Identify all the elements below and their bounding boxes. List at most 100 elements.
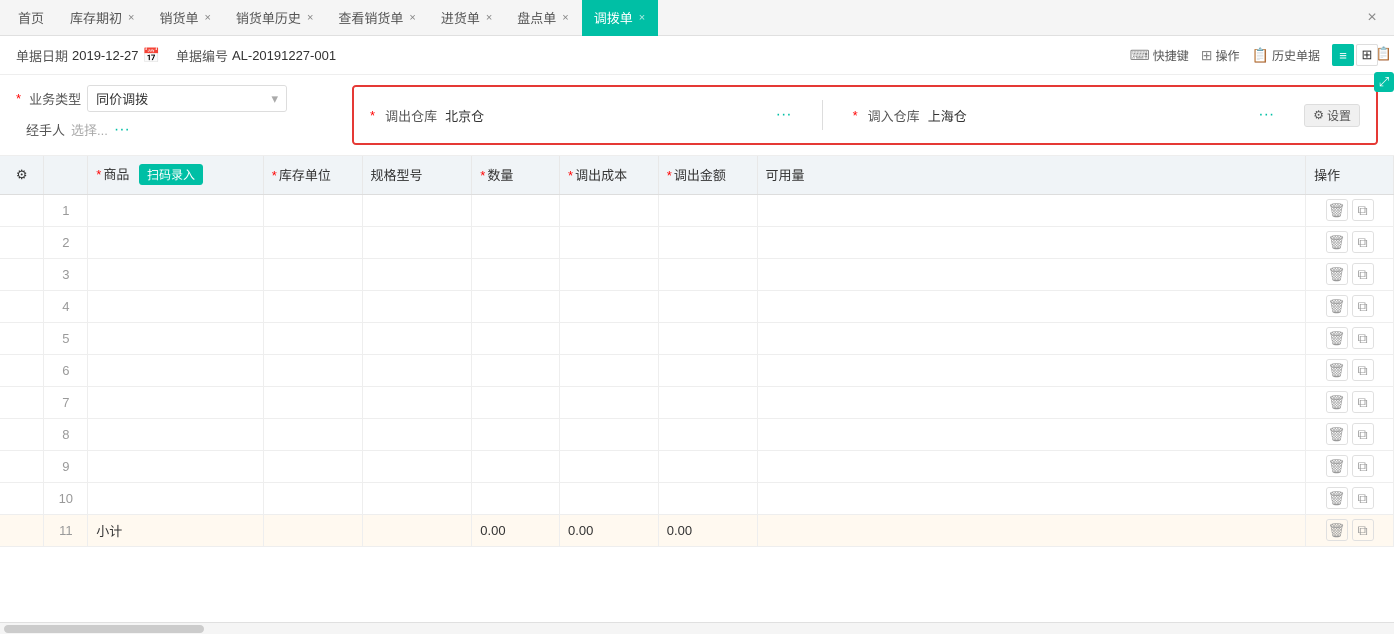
goods-cell[interactable] xyxy=(88,290,264,322)
copy-icon[interactable]: ⧉ xyxy=(1352,295,1374,317)
amount-cell[interactable] xyxy=(658,354,757,386)
tab-sales-history[interactable]: 销货单历史 × xyxy=(224,0,326,36)
close-window-button[interactable]: × xyxy=(1354,0,1390,36)
delete-icon[interactable]: 🗑 xyxy=(1326,327,1348,349)
copy-icon[interactable]: ⧉ xyxy=(1352,487,1374,509)
history-button[interactable]: 📋 历史单据 xyxy=(1252,47,1320,64)
unit-cell[interactable] xyxy=(263,322,362,354)
shortcuts-button[interactable]: ⌨ 快捷键 xyxy=(1130,47,1189,64)
spec-cell[interactable] xyxy=(362,418,472,450)
amount-cell[interactable] xyxy=(658,386,757,418)
spec-cell[interactable] xyxy=(362,482,472,514)
goods-cell[interactable] xyxy=(88,450,264,482)
qty-cell[interactable] xyxy=(472,418,560,450)
in-wh-more-icon[interactable]: ··· xyxy=(1258,106,1274,124)
spec-cell[interactable] xyxy=(362,386,472,418)
cost-cell[interactable] xyxy=(560,418,659,450)
qty-cell[interactable] xyxy=(472,354,560,386)
cost-cell[interactable] xyxy=(560,354,659,386)
unit-cell[interactable] xyxy=(263,482,362,514)
goods-cell[interactable] xyxy=(88,322,264,354)
tab-view-sales[interactable]: 查看销货单 × xyxy=(326,0,428,36)
goods-cell[interactable] xyxy=(88,418,264,450)
delete-icon[interactable]: 🗑 xyxy=(1326,199,1348,221)
tab-close-icon[interactable]: × xyxy=(409,12,415,24)
goods-cell[interactable] xyxy=(88,354,264,386)
qty-cell[interactable] xyxy=(472,290,560,322)
spec-cell[interactable] xyxy=(362,226,472,258)
cost-cell[interactable] xyxy=(560,450,659,482)
unit-cell[interactable] xyxy=(263,226,362,258)
amount-cell[interactable] xyxy=(658,194,757,226)
copy-icon[interactable]: ⧉ xyxy=(1352,455,1374,477)
tab-inventory-init[interactable]: 库存期初 × xyxy=(58,0,147,36)
unit-cell[interactable] xyxy=(263,290,362,322)
person-more-icon[interactable]: ··· xyxy=(114,121,130,139)
qty-cell[interactable] xyxy=(472,258,560,290)
amount-cell[interactable] xyxy=(658,258,757,290)
horizontal-scrollbar[interactable] xyxy=(0,622,1394,634)
operations-button[interactable]: ⊞ 操作 xyxy=(1201,47,1240,64)
amount-cell[interactable] xyxy=(658,226,757,258)
cost-cell[interactable] xyxy=(560,482,659,514)
copy-icon[interactable]: ⧉ xyxy=(1352,423,1374,445)
settings-gear-button[interactable]: ⚙ 设置 xyxy=(1304,104,1360,127)
sidebar-note-icon[interactable]: 📋 xyxy=(1374,44,1394,64)
amount-cell[interactable] xyxy=(658,450,757,482)
calendar-icon[interactable]: 📅 xyxy=(143,47,160,64)
copy-icon[interactable]: ⧉ xyxy=(1352,199,1374,221)
goods-cell[interactable] xyxy=(88,386,264,418)
cost-cell[interactable] xyxy=(560,258,659,290)
delete-icon[interactable]: 🗑 xyxy=(1326,519,1348,541)
unit-cell[interactable] xyxy=(263,450,362,482)
tab-home[interactable]: 首页 xyxy=(4,0,58,36)
goods-cell[interactable] xyxy=(88,194,264,226)
amount-cell[interactable] xyxy=(658,290,757,322)
tab-transfer[interactable]: 调拨单 × xyxy=(582,0,658,36)
copy-icon[interactable]: ⧉ xyxy=(1352,231,1374,253)
qty-cell[interactable] xyxy=(472,482,560,514)
cost-cell[interactable] xyxy=(560,322,659,354)
unit-cell[interactable] xyxy=(263,194,362,226)
goods-cell[interactable] xyxy=(88,482,264,514)
amount-cell[interactable] xyxy=(658,482,757,514)
tab-close-icon[interactable]: × xyxy=(639,12,645,24)
delete-icon[interactable]: 🗑 xyxy=(1326,455,1348,477)
copy-icon[interactable]: ⧉ xyxy=(1352,359,1374,381)
delete-icon[interactable]: 🗑 xyxy=(1326,487,1348,509)
tab-close-icon[interactable]: × xyxy=(562,12,568,24)
delete-icon[interactable]: 🗑 xyxy=(1326,423,1348,445)
spec-cell[interactable] xyxy=(362,322,472,354)
delete-icon[interactable]: 🗑 xyxy=(1326,231,1348,253)
tab-purchase[interactable]: 进货单 × xyxy=(429,0,505,36)
cost-cell[interactable] xyxy=(560,226,659,258)
sidebar-expand-icon[interactable]: ⤢ xyxy=(1374,72,1394,92)
person-select[interactable]: 选择... xyxy=(71,120,108,139)
spec-cell[interactable] xyxy=(362,450,472,482)
tab-sales-order[interactable]: 销货单 × xyxy=(147,0,223,36)
copy-icon[interactable]: ⧉ xyxy=(1352,391,1374,413)
delete-icon[interactable]: 🗑 xyxy=(1326,359,1348,381)
copy-icon[interactable]: ⧉ xyxy=(1352,519,1374,541)
copy-icon[interactable]: ⧉ xyxy=(1352,263,1374,285)
tab-stocktake[interactable]: 盘点单 × xyxy=(505,0,581,36)
tab-close-icon[interactable]: × xyxy=(486,12,492,24)
goods-cell[interactable] xyxy=(88,226,264,258)
cost-cell[interactable] xyxy=(560,290,659,322)
delete-icon[interactable]: 🗑 xyxy=(1326,263,1348,285)
unit-cell[interactable] xyxy=(263,418,362,450)
layout-list-button[interactable]: ≡ xyxy=(1332,44,1354,66)
cost-cell[interactable] xyxy=(560,194,659,226)
copy-icon[interactable]: ⧉ xyxy=(1352,327,1374,349)
spec-cell[interactable] xyxy=(362,194,472,226)
qty-cell[interactable] xyxy=(472,386,560,418)
qty-cell[interactable] xyxy=(472,450,560,482)
tab-close-icon[interactable]: × xyxy=(204,12,210,24)
out-wh-more-icon[interactable]: ··· xyxy=(776,106,792,124)
tab-close-icon[interactable]: × xyxy=(128,12,134,24)
gear-col-header[interactable]: ⚙ xyxy=(0,156,44,194)
amount-cell[interactable] xyxy=(658,322,757,354)
delete-icon[interactable]: 🗑 xyxy=(1326,295,1348,317)
spec-cell[interactable] xyxy=(362,258,472,290)
cost-cell[interactable] xyxy=(560,386,659,418)
